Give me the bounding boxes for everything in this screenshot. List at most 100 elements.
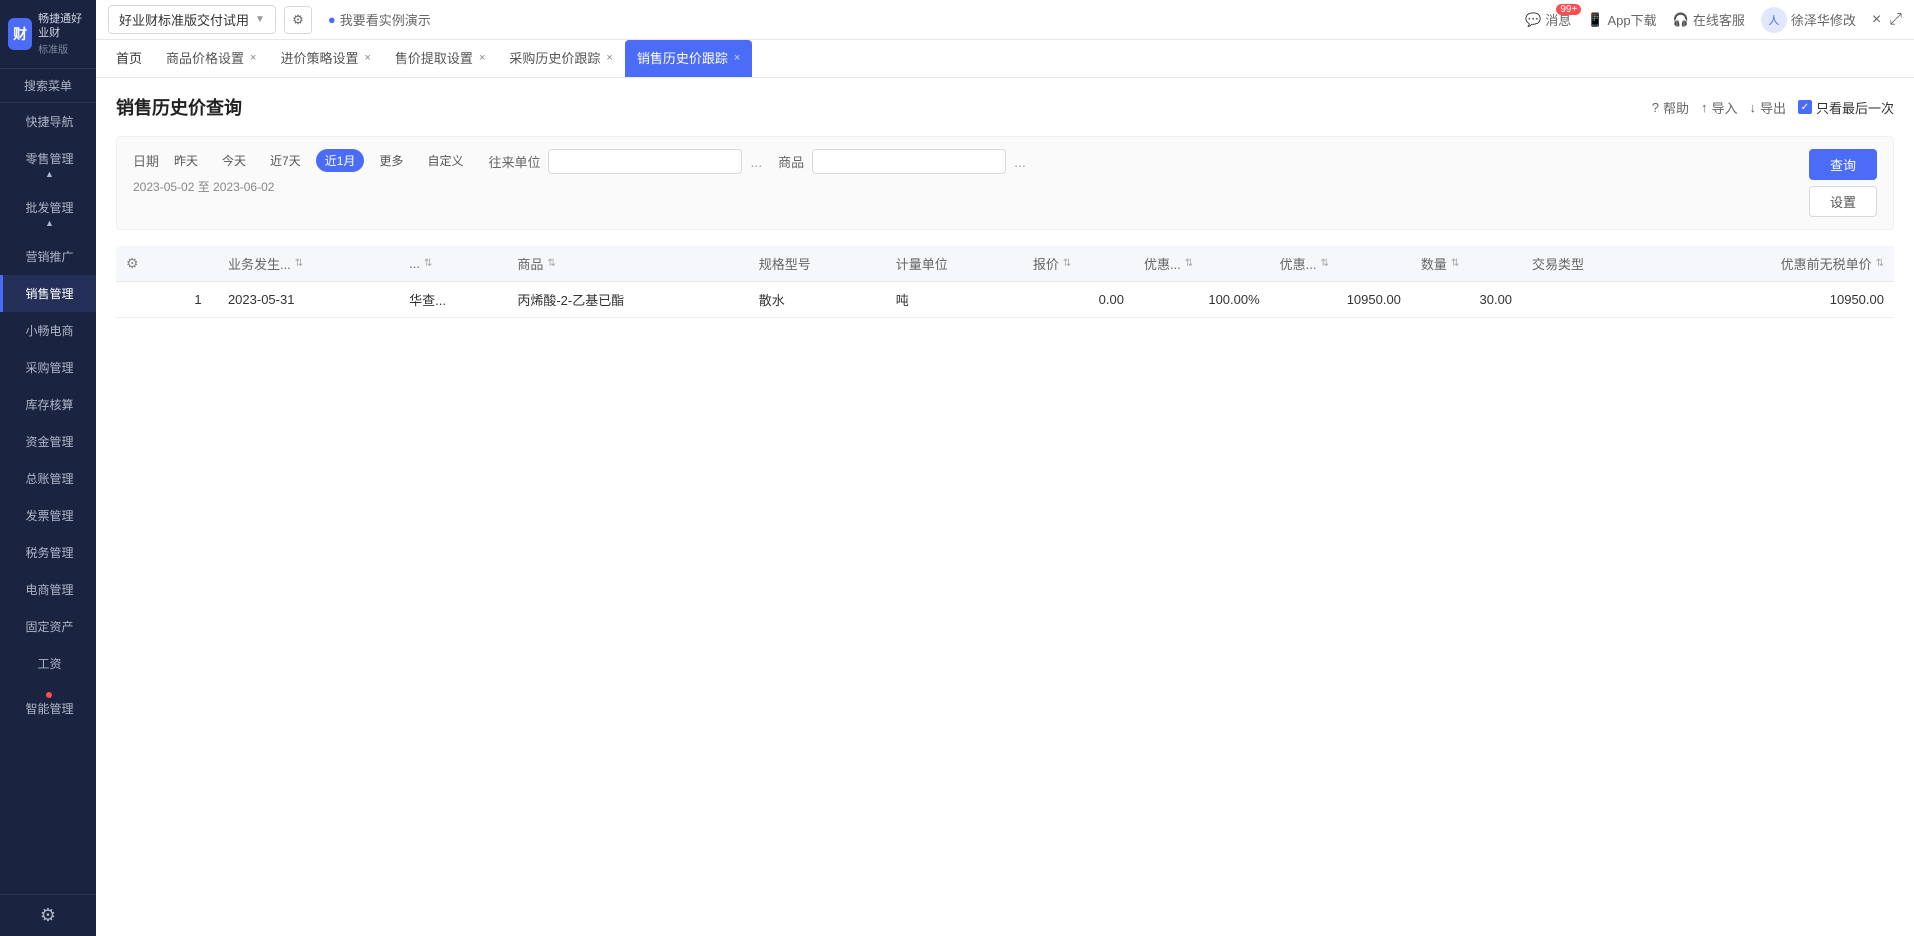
date-btn-yesterday[interactable]: 昨天 [165,149,207,172]
th-price-label: 报价 [1033,254,1059,273]
th-product-label: 商品 [517,254,543,273]
sidebar-item-tax[interactable]: 税务管理 [0,534,96,571]
sidebar-item-retail[interactable]: 零售管理 ▲ [0,140,96,189]
sidebar-item-smart[interactable]: 智能管理 [0,682,96,727]
demo-button[interactable]: ● 我要看实例演示 [328,10,431,29]
th-product[interactable]: 商品 ⇅ [507,246,748,282]
product-input[interactable] [812,149,1006,174]
date-btn-more[interactable]: 更多 [370,149,412,172]
message-button[interactable]: 💬 消息 99+ [1525,10,1571,29]
tab-price-extract[interactable]: 售价提取设置 × [383,40,497,77]
th-more[interactable]: ... ⇅ [399,246,507,282]
gear-icon: ⚙ [292,12,304,28]
customer-input[interactable] [548,149,742,174]
sidebar-item-inventory[interactable]: 库存核算 [0,386,96,423]
sidebar-item-invoice[interactable]: 发票管理 [0,497,96,534]
data-table: ⚙ 业务发生... ⇅ ... ⇅ [116,246,1894,318]
tab-close-icon[interactable]: × [250,52,256,64]
tab-close-icon[interactable]: × [734,52,740,64]
help-label: 帮助 [1663,98,1689,117]
th-discount-price[interactable]: 优惠... ⇅ [1270,246,1411,282]
logo-icon: 财 [8,18,32,50]
th-pretax-price[interactable]: 优惠前无税单价 ⇅ [1659,246,1894,282]
maximize-window-icon[interactable]: ⤢ [1889,11,1902,29]
th-discount-rate[interactable]: 优惠... ⇅ [1134,246,1270,282]
sidebar-item-purchase[interactable]: 采购管理 [0,349,96,386]
th-biz-date[interactable]: 业务发生... ⇅ [218,246,399,282]
arrow-icon: ▲ [45,169,54,179]
import-button[interactable]: ↑ 导入 [1701,98,1738,117]
user-button[interactable]: 人 徐泽华修改 [1761,7,1856,33]
cell-spec: 散水 [749,282,886,318]
only-last-checkbox-label[interactable]: ✓ 只看最后一次 [1798,98,1894,117]
tab-home[interactable]: 首页 [104,40,154,77]
tab-product-price[interactable]: 商品价格设置 × [154,40,268,77]
sidebar-item-payroll[interactable]: 工资 [0,645,96,682]
logo-sub: 标准版 [38,41,88,56]
sidebar-item-assets[interactable]: 固定资产 [0,608,96,645]
cell-biz-date: 2023-05-31 [218,282,399,318]
import-label: 导入 [1711,98,1737,117]
sidebar-item-sales[interactable]: 销售管理 [0,275,96,312]
message-icon: 💬 [1525,12,1541,28]
th-discount-rate-label: 优惠... [1144,254,1181,273]
date-btn-last7[interactable]: 近7天 [261,149,310,172]
table-header-row: ⚙ 业务发生... ⇅ ... ⇅ [116,246,1894,282]
date-options: 昨天 今天 近7天 近1月 更多 自定义 [165,149,472,172]
sidebar-item-label: 零售管理 [25,150,73,167]
tab-purchase-history[interactable]: 采购历史价跟踪 × [497,40,624,77]
sidebar-item-ecommerce[interactable]: 电商管理 [0,571,96,608]
th-gear[interactable]: ⚙ [116,246,178,282]
tab-close-icon[interactable]: × [479,52,485,64]
chevron-down-icon: ▼ [255,14,265,25]
app-download-button[interactable]: 📱 App下载 [1587,10,1656,29]
sidebar-item-wholesale[interactable]: 批发管理 ▲ [0,189,96,238]
table-settings-icon[interactable]: ⚙ [126,255,139,271]
topbar-gear-button[interactable]: ⚙ [284,6,312,34]
sidebar-settings-button[interactable]: ⚙ [0,894,96,936]
sidebar-item-finance[interactable]: 资金管理 [0,423,96,460]
table-scroll-area: ⚙ 业务发生... ⇅ ... ⇅ [116,246,1894,318]
date-btn-today[interactable]: 今天 [213,149,255,172]
tab-sales-history[interactable]: 销售历史价跟踪 × [625,40,752,77]
th-price[interactable]: 报价 ⇅ [1023,246,1134,282]
export-button[interactable]: ↓ 导出 [1749,98,1786,117]
query-button[interactable]: 查询 [1809,149,1877,180]
sidebar-item-label: 批发管理 [25,199,73,216]
topbar-right: 💬 消息 99+ 📱 App下载 🎧 在线客服 人 徐泽华修改 [1525,7,1856,33]
app-selector[interactable]: 好业财标准版交付试用 ▼ [108,5,276,34]
import-icon: ↑ [1701,100,1708,115]
cell-price: 0.00 [1023,282,1134,318]
tab-close-icon[interactable]: × [364,52,370,64]
sidebar-item-general-ledger[interactable]: 总账管理 [0,460,96,497]
date-btn-last1month[interactable]: 近1月 [316,149,365,172]
product-dots-button[interactable]: ... [1014,154,1026,170]
filter-row: 日期 昨天 今天 近7天 近1月 更多 自定义 2023-05-02 至 202… [133,149,1793,195]
sidebar-item-marketing[interactable]: 营销推广 [0,238,96,275]
th-trans-type-label: 交易类型 [1532,257,1584,272]
sidebar-item-quick-nav[interactable]: 快捷导航 [0,103,96,140]
sidebar-logo: 财 畅捷通好业财 标准版 [0,0,96,69]
logo-text: 畅捷通好业财 [38,12,88,41]
app-selector-label: 好业财标准版交付试用 [119,10,249,29]
customer-input-group: 往来单位 ... [488,149,762,174]
tab-close-icon[interactable]: × [606,52,612,64]
th-qty[interactable]: 数量 ⇅ [1411,246,1522,282]
online-service-button[interactable]: 🎧 在线客服 [1673,10,1745,29]
cell-index: 1 [178,282,218,318]
date-btn-custom[interactable]: 自定义 [418,149,472,172]
close-window-icon[interactable]: × [1872,11,1881,29]
cell-checkbox [116,282,178,318]
tab-purchase-strategy[interactable]: 进价策略设置 × [268,40,382,77]
sidebar-search[interactable]: 搜索菜单 [0,69,96,103]
help-button[interactable]: ? 帮助 [1652,98,1689,117]
filter-area: 日期 昨天 今天 近7天 近1月 更多 自定义 2023-05-02 至 202… [116,136,1894,230]
settings-button[interactable]: 设置 [1809,186,1877,217]
only-last-checkbox[interactable]: ✓ [1798,100,1812,114]
smart-badge-dot [46,692,52,698]
sidebar-item-ecommerce-small[interactable]: 小畅电商 [0,312,96,349]
th-trans-type: 交易类型 [1522,246,1659,282]
help-icon: ? [1652,100,1659,115]
sidebar-item-label: 采购管理 [25,359,73,376]
customer-dots-button[interactable]: ... [750,154,762,170]
